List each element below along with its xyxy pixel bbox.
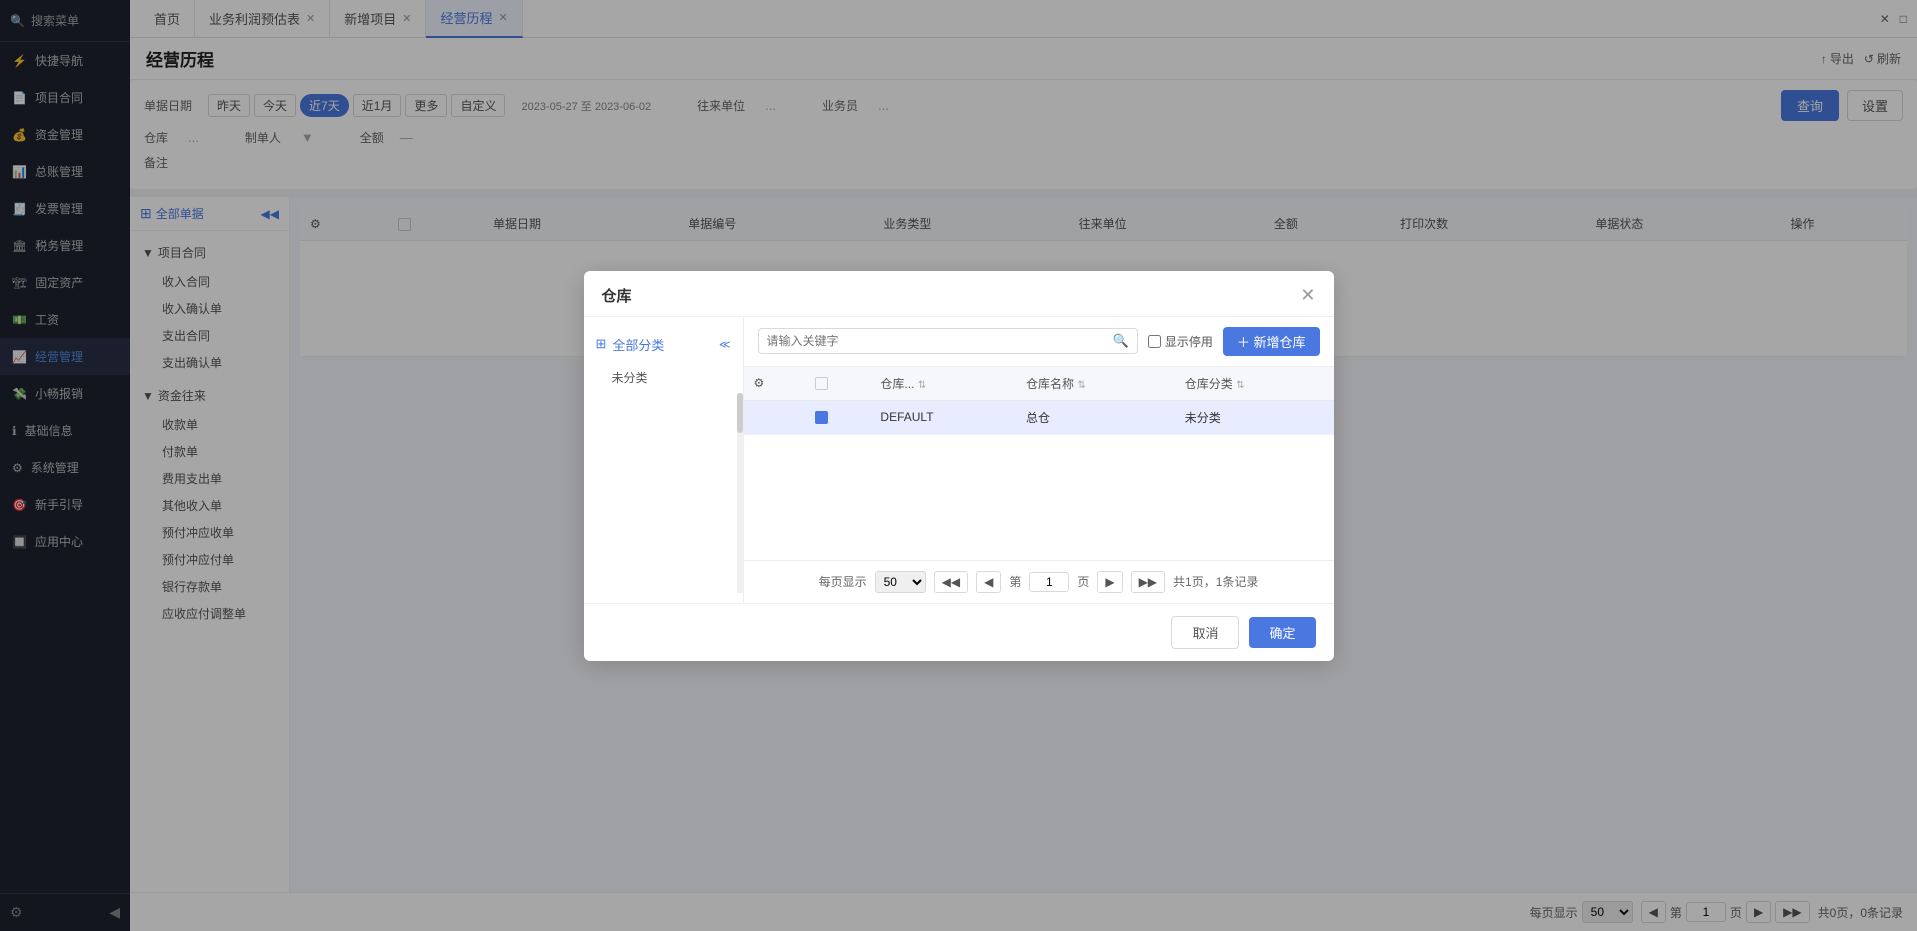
row-name: 总仓	[1016, 400, 1175, 434]
modal-total: 共1页，1条记录	[1173, 573, 1258, 590]
modal-page-label: 第	[1009, 573, 1021, 590]
modal-page-input[interactable]	[1029, 572, 1069, 592]
modal-warehouse-table: ⚙ 仓库... ⇅ 仓库名称 ⇅	[744, 367, 1334, 435]
modal-table-row[interactable]: DEFAULT 总仓 未分类	[744, 400, 1334, 434]
row-checkbox-checked[interactable]	[815, 411, 828, 424]
modal-per-page-select[interactable]: 50 100	[875, 571, 926, 593]
modal-th-code: 仓库... ⇅	[870, 367, 1016, 401]
confirm-button[interactable]: 确定	[1249, 617, 1315, 648]
modal-th-category: 仓库分类 ⇅	[1175, 367, 1334, 401]
row-checkbox	[805, 400, 871, 434]
modal-collapse-icon[interactable]: ≪	[719, 338, 731, 351]
modal-header: 仓库 ✕	[584, 271, 1334, 317]
grid-icon2: ⊞	[596, 336, 607, 352]
modal-last-btn[interactable]: ▶▶	[1131, 571, 1165, 593]
modal-all-category[interactable]: ⊞ 全部分类 ≪	[584, 327, 743, 362]
modal-main: 🔍 显示停用 ＋ 新增仓库 ⚙	[744, 317, 1334, 603]
row-category: 未分类	[1175, 400, 1334, 434]
row-code: DEFAULT	[870, 400, 1016, 434]
modal-unclassified[interactable]: 未分类	[584, 362, 743, 393]
modal-search-input[interactable]	[767, 334, 1113, 348]
sort-code-icon[interactable]: ⇅	[918, 380, 926, 391]
row-settings	[744, 400, 805, 434]
warehouse-modal: 仓库 ✕ ⊞ 全部分类 ≪ 未分类	[584, 271, 1334, 661]
sort-name-icon[interactable]: ⇅	[1077, 380, 1085, 391]
modal-search-box: 🔍	[758, 328, 1138, 354]
modal-page-suffix: 页	[1077, 573, 1089, 590]
modal-body: ⊞ 全部分类 ≪ 未分类	[584, 317, 1334, 603]
modal-th-checkbox	[805, 367, 871, 401]
modal-next-btn[interactable]: ▶	[1097, 571, 1122, 593]
modal-per-page-label: 每页显示	[819, 573, 867, 590]
modal-table-body: DEFAULT 总仓 未分类	[744, 400, 1334, 434]
modal-table-header: ⚙ 仓库... ⇅ 仓库名称 ⇅	[744, 367, 1334, 401]
modal-toolbar: 🔍 显示停用 ＋ 新增仓库	[744, 317, 1334, 367]
modal-th-settings: ⚙	[744, 367, 805, 401]
modal-table-wrapper: ⚙ 仓库... ⇅ 仓库名称 ⇅	[744, 367, 1334, 560]
modal-settings-icon[interactable]: ⚙	[754, 376, 765, 390]
add-warehouse-button[interactable]: ＋ 新增仓库	[1223, 327, 1320, 356]
modal-overlay[interactable]: 仓库 ✕ ⊞ 全部分类 ≪ 未分类	[0, 0, 1917, 931]
cancel-button[interactable]: 取消	[1171, 616, 1239, 649]
modal-th-name: 仓库名称 ⇅	[1016, 367, 1175, 401]
modal-footer: 取消 确定	[584, 603, 1334, 661]
modal-close-button[interactable]: ✕	[1300, 285, 1315, 306]
show-disabled-checkbox[interactable]	[1148, 335, 1161, 348]
modal-sidebar: ⊞ 全部分类 ≪ 未分类	[584, 317, 744, 603]
sort-category-icon[interactable]: ⇅	[1236, 380, 1244, 391]
modal-header-checkbox[interactable]	[815, 377, 828, 390]
modal-prev-btn[interactable]: ◀	[976, 571, 1001, 593]
modal-first-btn[interactable]: ◀◀	[934, 571, 968, 593]
show-disabled-label[interactable]: 显示停用	[1148, 333, 1213, 350]
modal-pagination: 每页显示 50 100 ◀◀ ◀ 第 页 ▶ ▶▶ 共1页，1条记录	[744, 560, 1334, 603]
modal-search-icon: 🔍	[1113, 333, 1129, 349]
modal-title: 仓库	[602, 285, 632, 306]
